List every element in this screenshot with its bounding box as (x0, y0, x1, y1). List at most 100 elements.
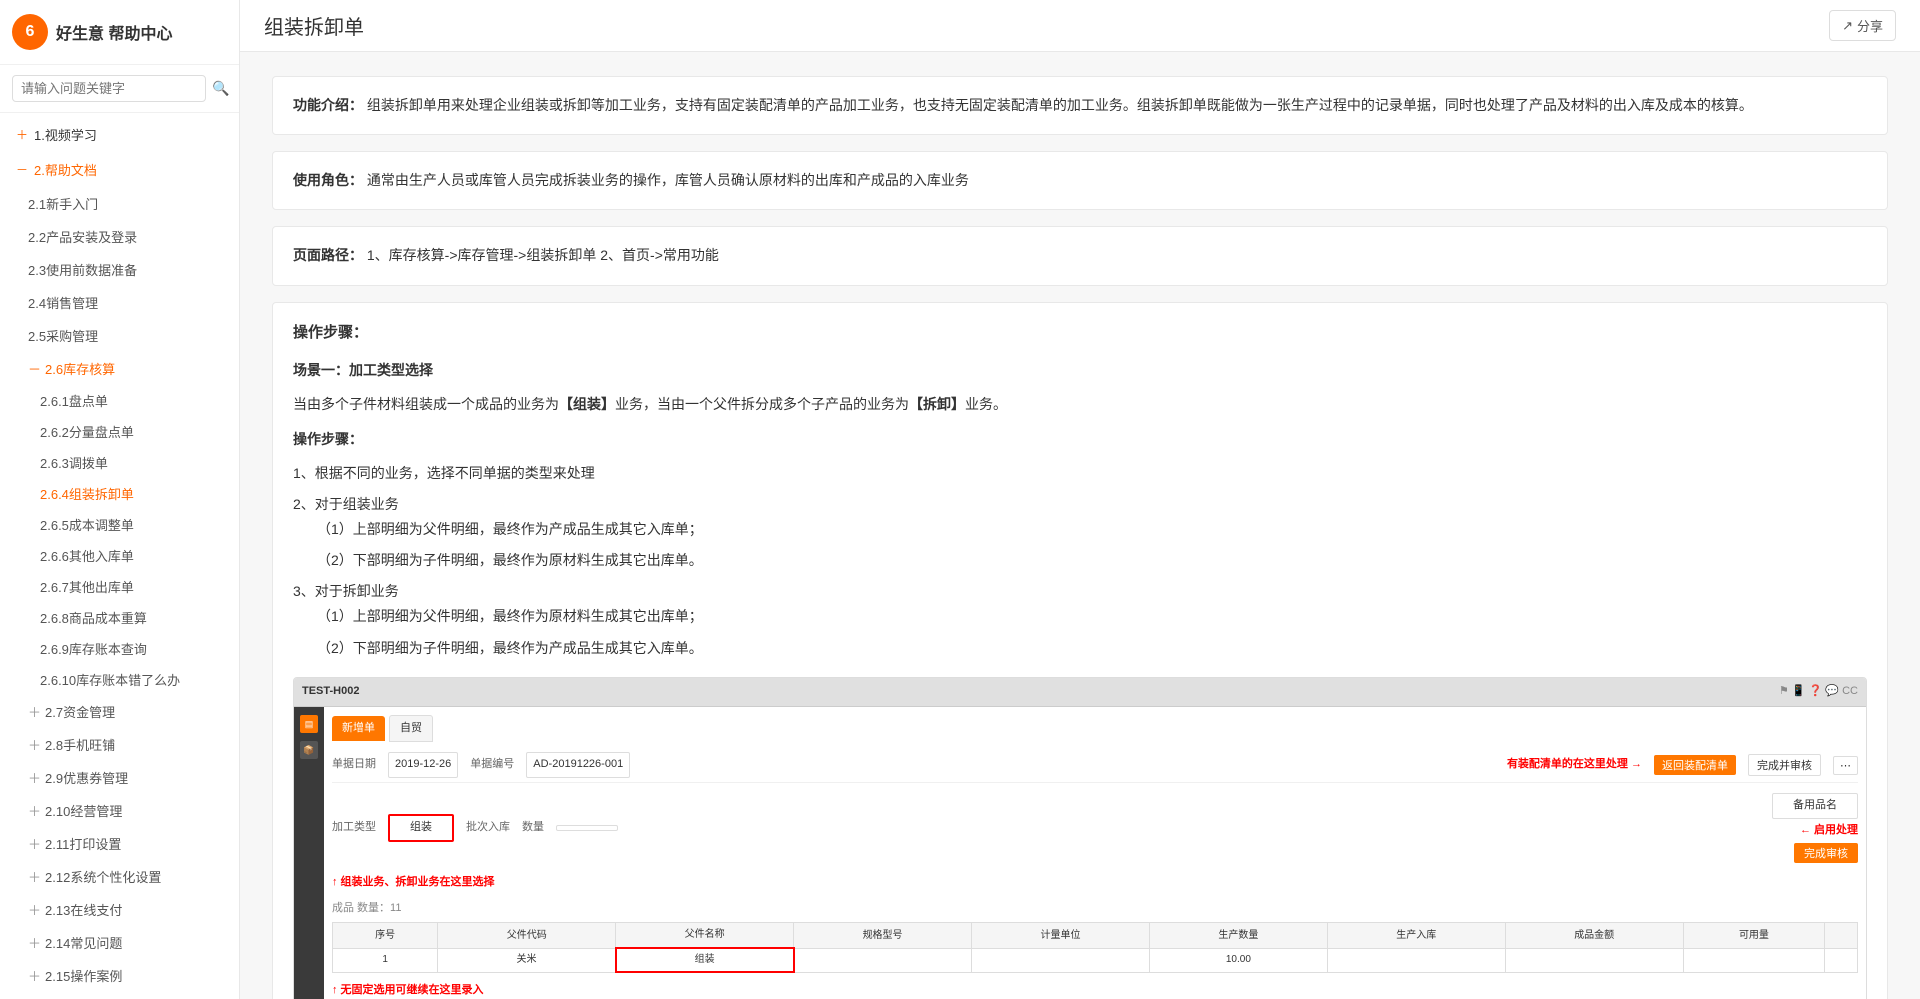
expand-icon: ＋ (28, 966, 41, 985)
sidebar-label: 2.6.3调拨单 (40, 453, 108, 472)
ss-more-btn[interactable]: ⋯ (1833, 756, 1858, 775)
ss-order-value: AD-20191226-001 (526, 752, 630, 778)
sidebar-label: 2.15操作案例 (45, 966, 122, 985)
ss-date-label: 单据日期 (332, 755, 376, 775)
path-text: 1、库存核算->库存管理->组装拆卸单 2、首页->常用功能 (367, 247, 719, 263)
expand-icon: ＋ (28, 702, 41, 721)
sidebar-item-2.6.3[interactable]: 2.6.3调拨单 (0, 447, 239, 478)
sidebar-item-ops[interactable]: ＋ 2.10经营管理 (0, 794, 239, 827)
ops-title: 操作步骤： (293, 319, 1867, 346)
expand-icon: ＋ (28, 801, 41, 820)
step2-sub1: （1）上部明细为父件明细，最终作为产成品生成其它入库单； (317, 517, 1867, 542)
share-icon: ↗ (1842, 18, 1853, 34)
logo-icon: 6 (12, 14, 48, 50)
expand-icon: ＋ (28, 900, 41, 919)
step2: 2、对于组装业务 （1）上部明细为父件明细，最终作为产成品生成其它入库单； （2… (293, 492, 1867, 574)
main-area: 组装拆卸单 ↗ 分享 功能介绍： 组装拆卸单用来处理企业组装或拆卸等加工业务，支… (240, 0, 1920, 999)
ss-type-label: 加工类型 (332, 818, 376, 838)
sidebar-item-2.6.9[interactable]: 2.6.9库存账本查询 (0, 633, 239, 664)
ss-type-value: 组装 (388, 814, 454, 842)
ss-count-value: 数量 (522, 818, 544, 838)
steps-list: 1、根据不同的业务，选择不同单据的类型来处理 2、对于组装业务 （1）上部明细为… (293, 461, 1867, 661)
sidebar-item-2.6.2[interactable]: 2.6.2分量盘点单 (0, 416, 239, 447)
ss-annotation-right: ← 启用处理 (1800, 821, 1858, 841)
ss-return-btn[interactable]: 返回装配清单 (1654, 755, 1736, 775)
ops-block: 操作步骤： 场景一：加工类型选择 当由多个子件材料组装成一个成品的业务为【组装】… (272, 302, 1888, 999)
sidebar-item-install[interactable]: 2.2产品安装及登录 (0, 220, 239, 253)
sidebar-item-2.6.5[interactable]: 2.6.5成本调整单 (0, 509, 239, 540)
sidebar-label: 2.6.6其他入库单 (40, 546, 134, 565)
expand-icon: ＋ (28, 933, 41, 952)
sidebar-item-2.6.4[interactable]: 2.6.4组装拆卸单 (0, 478, 239, 509)
sidebar-label: 2.6.2分量盘点单 (40, 422, 134, 441)
sidebar-item-pay[interactable]: ＋ 2.13在线支付 (0, 893, 239, 926)
sidebar-item-newbie[interactable]: 2.1新手入门 (0, 187, 239, 220)
expand-icon: ＋ (28, 735, 41, 754)
sidebar-label: 2.1新手入门 (28, 194, 98, 213)
sidebar-item-2.6.1[interactable]: 2.6.1盘点单 (0, 385, 239, 416)
sidebar-item-sales[interactable]: 2.4销售管理 (0, 286, 239, 319)
ss-confirm-btn[interactable]: 完成并审核 (1748, 754, 1821, 776)
sidebar-item-dataprep[interactable]: 2.3使用前数据准备 (0, 253, 239, 286)
ss-annotation-top: 有装配清单的在这里处理 → (1507, 755, 1642, 775)
sidebar-item-faq[interactable]: ＋ 2.14常见问题 (0, 926, 239, 959)
sidebar-item-videos[interactable]: ＋ 1.视频学习 (0, 117, 239, 152)
sidebar-label: 2.6.10库存账本错了么办 (40, 670, 180, 689)
search-box: 🔍 (0, 65, 239, 113)
sidebar-header: 6 好生意 帮助中心 (0, 0, 239, 65)
share-button[interactable]: ↗ 分享 (1829, 10, 1896, 41)
sidebar-item-mobile[interactable]: ＋ 2.8手机旺铺 (0, 728, 239, 761)
sidebar-label: 2.6库存核算 (45, 359, 115, 378)
sidebar-label: 2.13在线支付 (45, 900, 122, 919)
ss-tab-self[interactable]: 自贸 (389, 715, 433, 743)
search-icon[interactable]: 🔍 (212, 80, 229, 97)
role-label: 使用角色： (293, 172, 363, 188)
sidebar-label: 2.3使用前数据准备 (28, 260, 137, 279)
expand-icon: ＋ (16, 126, 28, 143)
sidebar-label: 2.5采购管理 (28, 326, 98, 345)
ss-nav-icon: ▤ (300, 715, 318, 733)
ss-approve-btn[interactable]: 完成审核 (1794, 843, 1858, 863)
search-input[interactable] (12, 75, 206, 102)
sidebar-label: 2.6.1盘点单 (40, 391, 108, 410)
sidebar-label: 2.6.8商品成本重算 (40, 608, 147, 627)
ss-count-label: 批次入库 (466, 818, 510, 838)
page-title: 组装拆卸单 (264, 11, 364, 40)
ss-date-value: 2019-12-26 (388, 752, 458, 778)
sidebar-item-custom[interactable]: ＋ 2.12系统个性化设置 (0, 860, 239, 893)
ss-grid-label-top: 成品 数量：11 (332, 899, 401, 919)
sidebar-item-docs[interactable]: － 2.帮助文档 (0, 152, 239, 187)
sidebar: 6 好生意 帮助中心 🔍 ＋ 1.视频学习 － 2.帮助文档 2.1新手入门 2… (0, 0, 240, 999)
sidebar-item-2.6.7[interactable]: 2.6.7其他出库单 (0, 571, 239, 602)
sidebar-label: 2.6.9库存账本查询 (40, 639, 147, 658)
sidebar-item-coupon[interactable]: ＋ 2.9优惠券管理 (0, 761, 239, 794)
sidebar-label: 2.10经营管理 (45, 801, 122, 820)
sidebar-item-cases[interactable]: ＋ 2.15操作案例 (0, 959, 239, 992)
sidebar-item-finance[interactable]: ＋ 2.7资金管理 (0, 695, 239, 728)
ss-topbar-id: TEST-H002 (302, 682, 359, 702)
sidebar-label: 2.6.4组装拆卸单 (40, 484, 134, 503)
sidebar-item-purchase[interactable]: 2.5采购管理 (0, 319, 239, 352)
role-block: 使用角色： 通常由生产人员或库管人员完成拆装业务的操作，库管人员确认原材料的出库… (272, 151, 1888, 210)
step3-sub1: （1）上部明细为父件明细，最终作为原材料生成其它出库单； (317, 604, 1867, 629)
collapse-icon: － (28, 359, 41, 378)
ss-annotation-bottom: ↑ 无固定选用可继续在这里录入 (332, 981, 1858, 999)
share-label: 分享 (1857, 16, 1883, 35)
expand-icon: ＋ (28, 867, 41, 886)
expand-icon: ＋ (28, 834, 41, 853)
expand-icon: ＋ (28, 768, 41, 787)
sidebar-label: 2.7资金管理 (45, 702, 115, 721)
sidebar-item-2.6.10[interactable]: 2.6.10库存账本错了么办 (0, 664, 239, 695)
sidebar-item-2.6.8[interactable]: 2.6.8商品成本重算 (0, 602, 239, 633)
ss-topbar-icons: ⚑ 📱 ❓ 💬 CC (1779, 682, 1858, 702)
nav-section: ＋ 1.视频学习 － 2.帮助文档 2.1新手入门 2.2产品安装及登录 2.3… (0, 113, 239, 996)
sidebar-item-label: 1.视频学习 (34, 125, 97, 144)
sidebar-item-2.6.6[interactable]: 2.6.6其他入库单 (0, 540, 239, 571)
scenario1-desc: 当由多个子件材料组装成一个成品的业务为【组装】业务，当由一个父件拆分成多个子产品… (293, 391, 1867, 418)
sidebar-label: 2.9优惠券管理 (45, 768, 128, 787)
ss-tab-new[interactable]: 新增单 (332, 716, 385, 742)
feature-intro-text: 组装拆卸单用来处理企业组装或拆卸等加工业务，支持有固定装配清单的产品加工业务，也… (367, 97, 1753, 113)
sidebar-item-inventory[interactable]: － 2.6库存核算 (0, 352, 239, 385)
sidebar-item-print[interactable]: ＋ 2.11打印设置 (0, 827, 239, 860)
ss-top-table: 序号 父件代码 父件名称 规格型号 计量单位 生产数量 生产入库 成品金额 可用… (332, 922, 1858, 973)
